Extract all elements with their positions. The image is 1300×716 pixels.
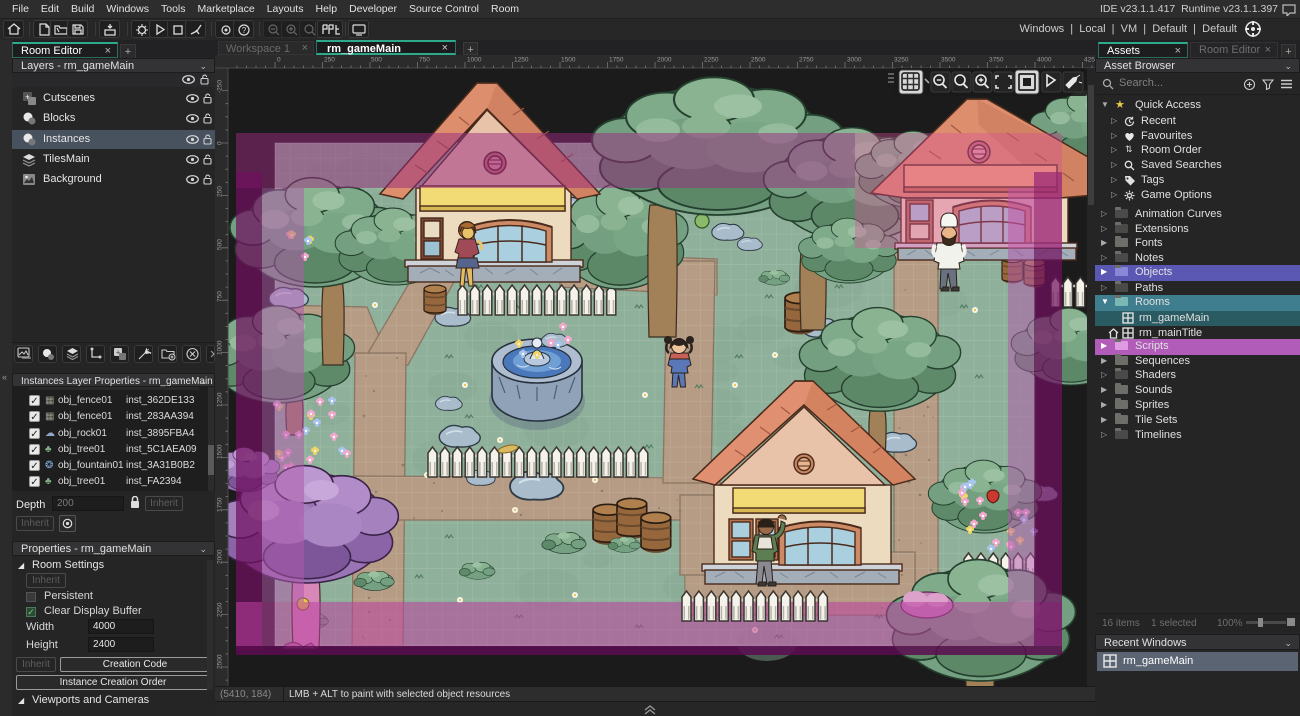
svg-text:0: 0 xyxy=(217,141,224,145)
svg-text:750: 750 xyxy=(419,57,430,64)
svg-text:3000: 3000 xyxy=(847,57,862,64)
svg-text:1250: 1250 xyxy=(217,392,224,407)
svg-text:500: 500 xyxy=(217,239,224,250)
svg-text:2000: 2000 xyxy=(657,57,672,64)
svg-text:1250: 1250 xyxy=(514,57,529,64)
svg-text:500: 500 xyxy=(371,57,382,64)
svg-text:?: ? xyxy=(242,26,247,35)
svg-text:2000: 2000 xyxy=(217,549,224,564)
svg-text:0: 0 xyxy=(277,57,281,64)
svg-text:4000: 4000 xyxy=(1037,57,1052,64)
svg-text:750: 750 xyxy=(217,291,224,302)
svg-text:2250: 2250 xyxy=(704,57,719,64)
svg-text:250: 250 xyxy=(217,186,224,197)
svg-text:3500: 3500 xyxy=(941,57,956,64)
svg-text:4250: 4250 xyxy=(1084,57,1095,64)
svg-text:1500: 1500 xyxy=(217,444,224,459)
svg-text:1750: 1750 xyxy=(609,57,624,64)
svg-text:1750: 1750 xyxy=(217,497,224,512)
svg-text:3750: 3750 xyxy=(989,57,1004,64)
svg-text:-250: -250 xyxy=(217,80,224,93)
svg-text:1500: 1500 xyxy=(561,57,576,64)
svg-text:3250: 3250 xyxy=(894,57,909,64)
svg-text:2500: 2500 xyxy=(751,57,766,64)
svg-text:1000: 1000 xyxy=(217,340,224,355)
svg-text:2250: 2250 xyxy=(217,602,224,617)
svg-text:250: 250 xyxy=(324,57,335,64)
svg-text:1000: 1000 xyxy=(467,57,482,64)
svg-text:2750: 2750 xyxy=(799,57,814,64)
svg-text:2500: 2500 xyxy=(217,654,224,669)
